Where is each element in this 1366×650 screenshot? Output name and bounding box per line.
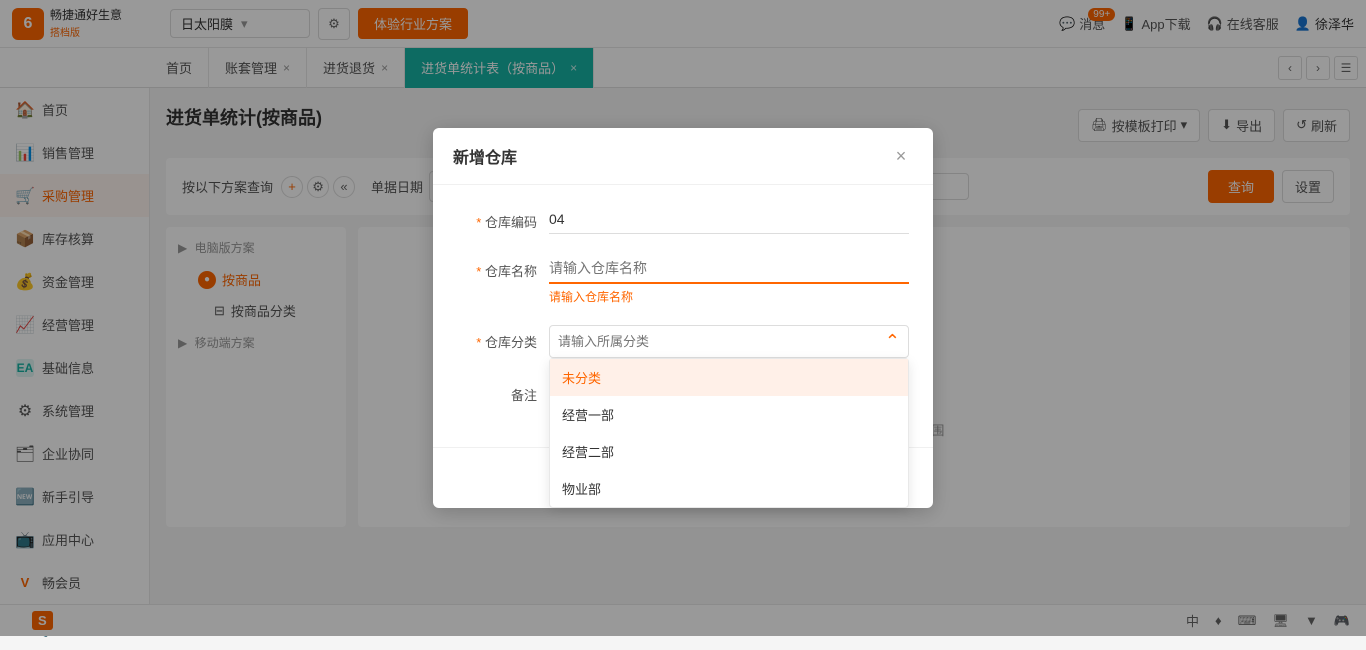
new-warehouse-modal: 新增仓库 × * 仓库编码 * 仓库名称: [433, 128, 933, 508]
category-dropdown-toggle[interactable]: ⌃: [885, 331, 900, 352]
warehouse-code-label: * 仓库编码: [457, 205, 537, 231]
warehouse-name-row: * 仓库名称 请输入仓库名称: [457, 254, 909, 305]
warehouse-code-input[interactable]: [549, 205, 909, 234]
warehouse-name-error: 请输入仓库名称: [549, 288, 909, 305]
warehouse-category-field: ⌃ 未分类 经营一部 经营二部 物业部: [549, 325, 909, 358]
warehouse-name-label: * 仓库名称: [457, 254, 537, 280]
warehouse-category-input[interactable]: [558, 334, 885, 349]
warehouse-remark-label: 备注: [457, 378, 537, 404]
warehouse-code-row: * 仓库编码: [457, 205, 909, 234]
dropdown-item-ops2[interactable]: 经营二部: [550, 433, 908, 470]
modal-close-button[interactable]: ×: [889, 144, 913, 168]
warehouse-category-row: * 仓库分类 ⌃ 未分类 经营一部 经营二部 物业部: [457, 325, 909, 358]
category-dropdown-popup: 未分类 经营一部 经营二部 物业部: [549, 358, 909, 508]
dropdown-item-ops1[interactable]: 经营一部: [550, 396, 908, 433]
modal-header: 新增仓库 ×: [433, 128, 933, 185]
dropdown-item-unclassified[interactable]: 未分类: [550, 359, 908, 396]
warehouse-name-input[interactable]: [549, 254, 909, 284]
warehouse-category-label: * 仓库分类: [457, 325, 537, 351]
modal-title: 新增仓库: [453, 144, 517, 168]
warehouse-category-input-box[interactable]: ⌃: [549, 325, 909, 358]
warehouse-name-field: 请输入仓库名称: [549, 254, 909, 305]
dropdown-item-property[interactable]: 物业部: [550, 470, 908, 507]
modal-body: * 仓库编码 * 仓库名称 请输入仓库名称: [433, 185, 933, 447]
modal-overlay[interactable]: 新增仓库 × * 仓库编码 * 仓库名称: [0, 0, 1366, 636]
warehouse-code-field: [549, 205, 909, 234]
